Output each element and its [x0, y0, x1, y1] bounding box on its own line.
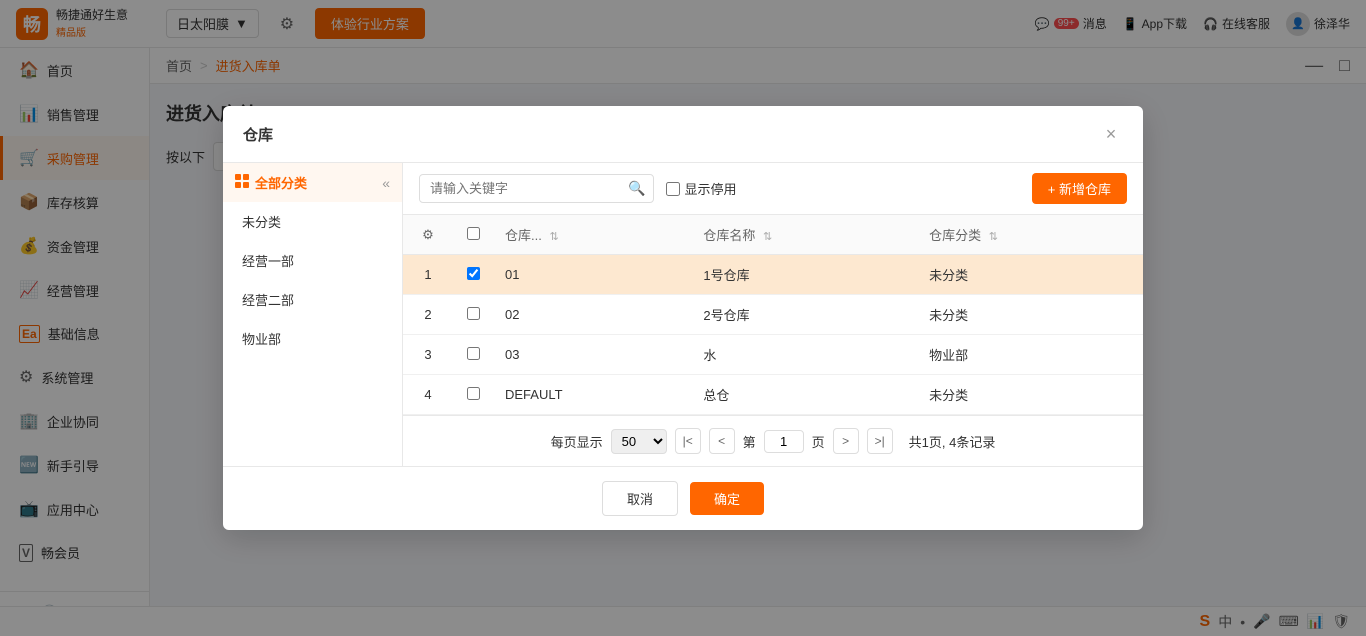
row-checkbox[interactable] [467, 387, 480, 400]
cell-checkbox [453, 255, 493, 295]
page-total-info: 共1页, 4条记录 [909, 432, 996, 451]
category-collapse-btn[interactable]: « [382, 175, 390, 191]
cell-checkbox [453, 375, 493, 415]
category-item-unclassified[interactable]: 未分类 [223, 202, 402, 241]
cell-code: 02 [493, 295, 691, 335]
confirm-button[interactable]: 确定 [690, 482, 764, 515]
pagination: 每页显示 50 100 200 |< < 第 页 > >| 共1页, 4条记录 [403, 415, 1143, 466]
cell-checkbox [453, 335, 493, 375]
cell-category: 未分类 [917, 375, 1143, 415]
table-header-row: ⚙ 仓库... ⇅ 仓库名称 ⇅ 仓库分类 ⇅ [403, 215, 1143, 255]
show-disabled-label[interactable]: 显示停用 [666, 179, 736, 198]
show-disabled-checkbox[interactable] [666, 182, 680, 196]
search-button[interactable]: 🔍 [620, 175, 653, 202]
cell-name: 总仓 [691, 375, 917, 415]
per-page-select[interactable]: 50 100 200 [611, 429, 667, 454]
category-item-dept1[interactable]: 经营一部 [223, 241, 402, 280]
cell-category: 未分类 [917, 295, 1143, 335]
select-all-checkbox[interactable] [467, 227, 480, 240]
cell-num: 4 [403, 375, 453, 415]
category-item-dept2[interactable]: 经营二部 [223, 280, 402, 319]
cell-name: 水 [691, 335, 917, 375]
cell-num: 1 [403, 255, 453, 295]
page-last-btn[interactable]: >| [867, 428, 893, 454]
col-code-header: 仓库... ⇅ [493, 215, 691, 255]
content-panel: 🔍 显示停用 + 新增仓库 ⚙ [403, 163, 1143, 466]
warehouse-table: ⚙ 仓库... ⇅ 仓库名称 ⇅ 仓库分类 ⇅ 1 [403, 215, 1143, 415]
page-first-btn[interactable]: |< [675, 428, 701, 454]
category-item-property[interactable]: 物业部 [223, 319, 402, 358]
cell-name: 2号仓库 [691, 295, 917, 335]
cell-code: DEFAULT [493, 375, 691, 415]
add-warehouse-btn[interactable]: + 新增仓库 [1032, 173, 1127, 204]
table-row[interactable]: 2 02 2号仓库 未分类 [403, 295, 1143, 335]
category-header[interactable]: 全部分类 « [223, 163, 402, 202]
cancel-button[interactable]: 取消 [602, 481, 678, 516]
row-checkbox[interactable] [467, 347, 480, 360]
table-row[interactable]: 4 DEFAULT 总仓 未分类 [403, 375, 1143, 415]
modal-footer: 取消 确定 [223, 466, 1143, 530]
search-input[interactable] [420, 176, 620, 201]
search-box: 🔍 [419, 174, 654, 203]
category-list: 未分类 经营一部 经营二部 物业部 [223, 202, 402, 466]
cell-num: 3 [403, 335, 453, 375]
cell-category: 物业部 [917, 335, 1143, 375]
content-toolbar: 🔍 显示停用 + 新增仓库 [403, 163, 1143, 215]
page-next-btn[interactable]: > [833, 428, 859, 454]
grid-icon [235, 174, 249, 191]
table-row[interactable]: 1 01 1号仓库 未分类 [403, 255, 1143, 295]
page-label: 第 [743, 432, 756, 451]
modal-body: 全部分类 « 未分类 经营一部 经营二部 物业部 [223, 163, 1143, 466]
show-disabled-text: 显示停用 [684, 179, 736, 198]
all-categories-label: 全部分类 [235, 173, 307, 192]
table-row[interactable]: 3 03 水 物业部 [403, 335, 1143, 375]
warehouse-modal: 仓库 × 全部分类 « 未分类 经营一部 经 [223, 106, 1143, 530]
category-panel: 全部分类 « 未分类 经营一部 经营二部 物业部 [223, 163, 403, 466]
modal-overlay: 仓库 × 全部分类 « 未分类 经营一部 经 [0, 0, 1366, 636]
col-settings-header: ⚙ [403, 215, 453, 255]
modal-close-btn[interactable]: × [1099, 122, 1123, 146]
page-prev-btn[interactable]: < [709, 428, 735, 454]
row-checkbox[interactable] [467, 267, 480, 280]
page-suffix: 页 [812, 432, 825, 451]
row-checkbox[interactable] [467, 307, 480, 320]
cell-num: 2 [403, 295, 453, 335]
modal-title: 仓库 [243, 124, 273, 145]
col-name-header: 仓库名称 ⇅ [691, 215, 917, 255]
cell-code: 01 [493, 255, 691, 295]
cell-checkbox [453, 295, 493, 335]
modal-header: 仓库 × [223, 106, 1143, 163]
cell-category: 未分类 [917, 255, 1143, 295]
cell-name: 1号仓库 [691, 255, 917, 295]
page-input[interactable] [764, 430, 804, 453]
per-page-label: 每页显示 [551, 432, 603, 451]
cell-code: 03 [493, 335, 691, 375]
col-category-header: 仓库分类 ⇅ [917, 215, 1143, 255]
col-checkbox-header [453, 215, 493, 255]
